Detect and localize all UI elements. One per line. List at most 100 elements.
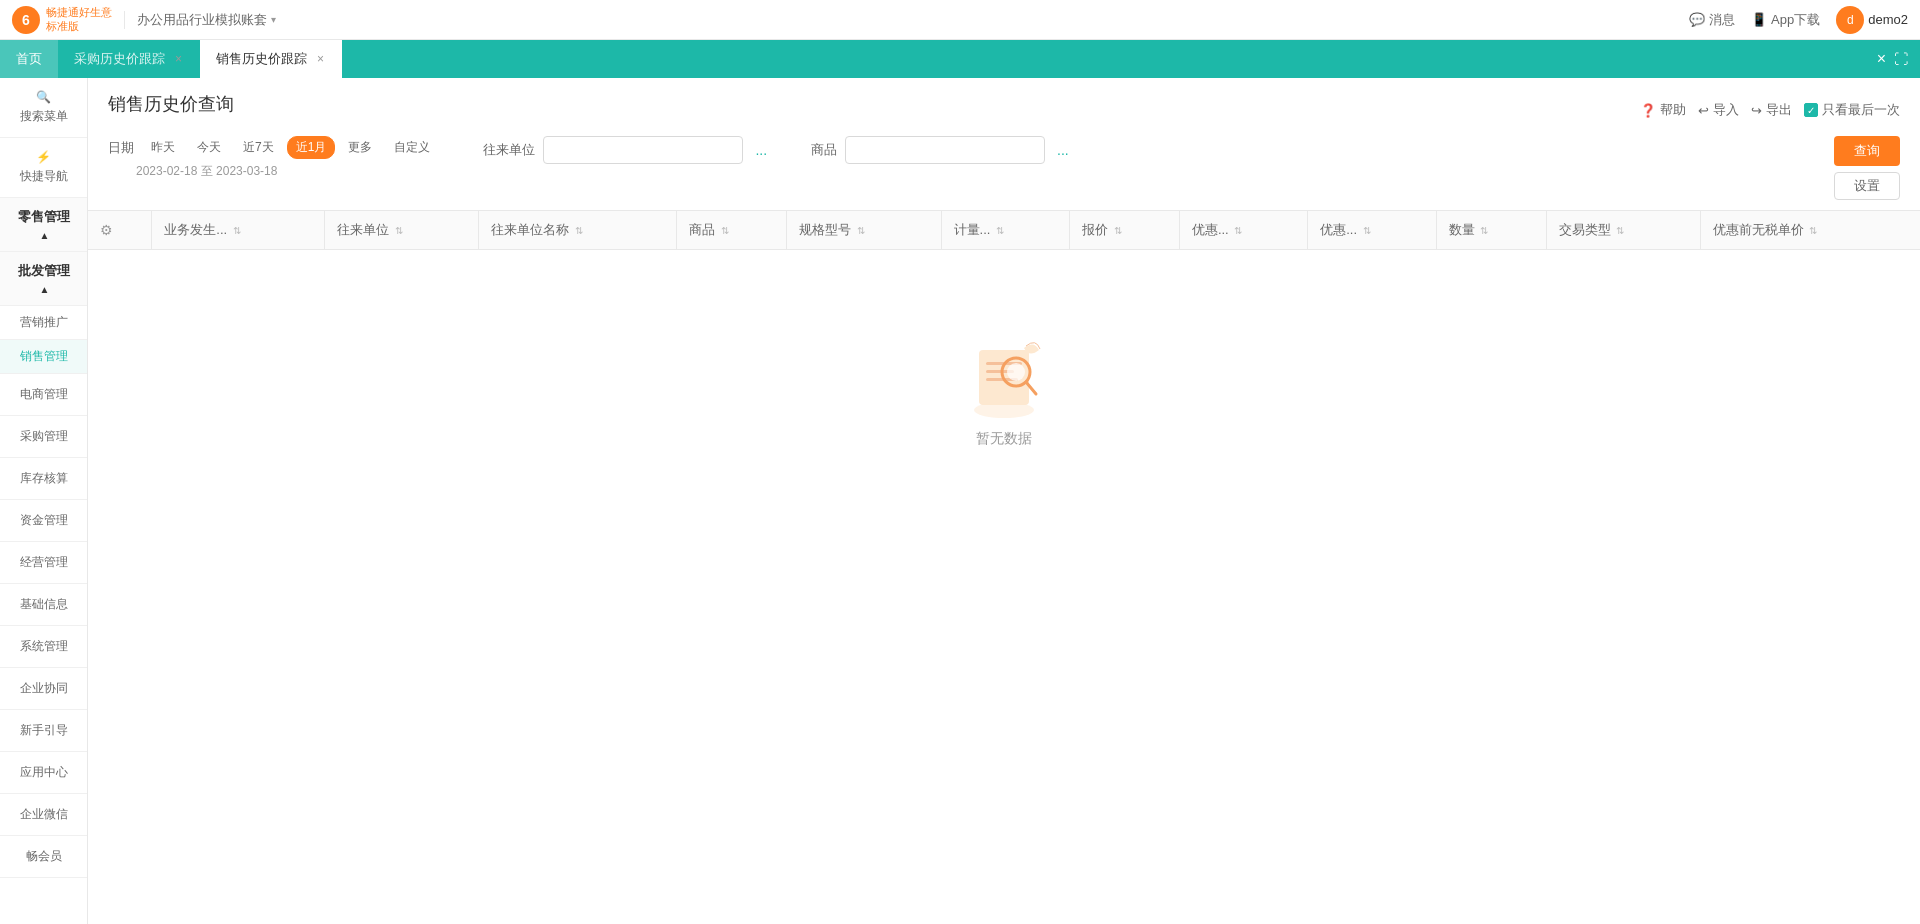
only-last-once-checkbox[interactable]: ✓ 只看最后一次 <box>1804 101 1900 119</box>
search-menu-label: 搜索菜单 <box>20 108 68 125</box>
sidebar-item-enterprise-wechat[interactable]: 企业微信 <box>0 794 87 836</box>
col-unit[interactable]: 计量... ⇅ <box>941 211 1069 250</box>
wholesale-mgmt-label: 批发管理 <box>18 262 70 280</box>
col-spec[interactable]: 规格型号 ⇅ <box>787 211 941 250</box>
help-btn[interactable]: ❓ 帮助 <box>1640 101 1686 119</box>
col-discount2-label: 优惠... <box>1320 222 1357 237</box>
top-bar-right: 💬 消息 📱 App下载 d demo2 <box>1689 6 1908 34</box>
product-filter-group: 商品 ... <box>811 136 1069 164</box>
date-btn-last7[interactable]: 近7天 <box>234 136 283 159</box>
col-discount2-sort: ⇅ <box>1363 225 1371 236</box>
counterpart-input[interactable] <box>543 136 743 164</box>
col-settings[interactable]: ⚙ <box>88 211 152 250</box>
sidebar-item-finance-mgmt[interactable]: 资金管理 <box>0 500 87 542</box>
col-trade-type[interactable]: 交易类型 ⇅ <box>1546 211 1700 250</box>
col-pre-tax-price-label: 优惠前无税单价 <box>1713 222 1804 237</box>
date-btn-more[interactable]: 更多 <box>339 136 381 159</box>
tab-home[interactable]: 首页 <box>0 40 58 78</box>
gear-icon[interactable]: ⚙ <box>100 222 113 238</box>
import-btn[interactable]: ↩ 导入 <box>1698 101 1739 119</box>
sidebar-item-search-menu[interactable]: 🔍 搜索菜单 <box>0 78 87 138</box>
logo-icon: 6 <box>12 6 40 34</box>
tab-sales-close[interactable]: × <box>315 50 326 68</box>
sidebar-item-app-center[interactable]: 应用中心 <box>0 752 87 794</box>
finance-mgmt-label: 资金管理 <box>20 512 68 529</box>
date-btn-custom[interactable]: 自定义 <box>385 136 439 159</box>
svg-point-6 <box>1007 363 1025 381</box>
col-biz-date[interactable]: 业务发生... ⇅ <box>152 211 325 250</box>
workspace-selector[interactable]: 办公用品行业模拟账套 ▾ <box>124 11 276 29</box>
window-maximize-btn[interactable]: ⛶ <box>1894 51 1908 67</box>
query-button[interactable]: 查询 <box>1834 136 1900 166</box>
filter-bar: 日期 昨天 今天 近7天 近1月 更多 自定义 2023-02-18 至 202… <box>108 136 1900 200</box>
export-btn[interactable]: ↪ 导出 <box>1751 101 1792 119</box>
user-area[interactable]: d demo2 <box>1836 6 1908 34</box>
date-btn-today[interactable]: 今天 <box>188 136 230 159</box>
col-counterpart-name[interactable]: 往来单位名称 ⇅ <box>479 211 677 250</box>
tab-sales-history[interactable]: 销售历史价跟踪 × <box>200 40 342 78</box>
col-counterpart[interactable]: 往来单位 ⇅ <box>324 211 478 250</box>
empty-state-illustration <box>954 330 1054 430</box>
message-action[interactable]: 💬 消息 <box>1689 11 1735 29</box>
sidebar-item-operations-mgmt[interactable]: 经营管理 <box>0 542 87 584</box>
sidebar-item-quick-nav[interactable]: ⚡ 快捷导航 <box>0 138 87 198</box>
wholesale-mgmt-arrow: ▲ <box>40 284 50 295</box>
sales-mgmt-label: 销售管理 <box>20 348 68 365</box>
date-btn-last1m[interactable]: 近1月 <box>287 136 336 159</box>
help-label: 帮助 <box>1660 101 1686 119</box>
col-pre-tax-price[interactable]: 优惠前无税单价 ⇅ <box>1700 211 1920 250</box>
sidebar-item-wholesale-mgmt[interactable]: 批发管理 ▲ <box>0 252 87 306</box>
date-buttons: 昨天 今天 近7天 近1月 更多 自定义 <box>142 136 439 159</box>
sidebar-item-enterprise-collab[interactable]: 企业协同 <box>0 668 87 710</box>
sidebar-item-system-settings[interactable]: 系统管理 <box>0 626 87 668</box>
col-discount1[interactable]: 优惠... ⇅ <box>1179 211 1307 250</box>
sidebar-item-inventory-check[interactable]: 库存核算 <box>0 458 87 500</box>
empty-state-cell: 暂无数据 <box>88 250 1920 529</box>
product-input[interactable] <box>845 136 1045 164</box>
col-discount2[interactable]: 优惠... ⇅ <box>1308 211 1436 250</box>
page-header: 销售历史价查询 ❓ 帮助 ↩ 导入 ↪ 导出 ✓ <box>88 78 1920 211</box>
col-quote-sort: ⇅ <box>1114 225 1122 236</box>
logo-text: 畅捷通好生意 标准版 <box>46 6 112 32</box>
sidebar: 🔍 搜索菜单 ⚡ 快捷导航 零售管理 ▲ 批发管理 ▲ 营销推广 销售管理 电商… <box>0 78 88 924</box>
enterprise-wechat-label: 企业微信 <box>20 806 68 823</box>
sidebar-item-purchase-mgmt[interactable]: 采购管理 <box>0 416 87 458</box>
table-header: ⚙ 业务发生... ⇅ 往来单位 ⇅ 往来单位名称 ⇅ <box>88 211 1920 250</box>
tab-home-label: 首页 <box>16 50 42 68</box>
col-trade-type-sort: ⇅ <box>1616 225 1624 236</box>
col-quantity[interactable]: 数量 ⇅ <box>1436 211 1546 250</box>
col-biz-date-label: 业务发生... <box>164 222 227 237</box>
col-trade-type-label: 交易类型 <box>1559 222 1611 237</box>
settings-button[interactable]: 设置 <box>1834 172 1900 200</box>
window-close-btn[interactable]: × <box>1877 50 1886 68</box>
sidebar-item-sales-mgmt[interactable]: 销售管理 <box>0 340 87 374</box>
tab-sales-history-label: 销售历史价跟踪 <box>216 50 307 68</box>
table-header-row: ⚙ 业务发生... ⇅ 往来单位 ⇅ 往来单位名称 ⇅ <box>88 211 1920 250</box>
app-download-action[interactable]: 📱 App下载 <box>1751 11 1820 29</box>
app-download-label: App下载 <box>1771 11 1820 29</box>
col-product[interactable]: 商品 ⇅ <box>677 211 787 250</box>
col-discount1-sort: ⇅ <box>1234 225 1242 236</box>
col-product-label: 商品 <box>689 222 715 237</box>
sidebar-item-retail-mgmt[interactable]: 零售管理 ▲ <box>0 198 87 252</box>
sidebar-item-member-club[interactable]: 畅会员 <box>0 836 87 878</box>
search-menu-icon: 🔍 <box>36 90 51 104</box>
date-btn-yesterday[interactable]: 昨天 <box>142 136 184 159</box>
user-name: demo2 <box>1868 12 1908 27</box>
sidebar-item-marketing-promo[interactable]: 营销推广 <box>0 306 87 340</box>
counterpart-dots[interactable]: ... <box>755 142 767 158</box>
product-dots[interactable]: ... <box>1057 142 1069 158</box>
workspace-name: 办公用品行业模拟账套 <box>137 11 267 29</box>
tab-purchase-close[interactable]: × <box>173 50 184 68</box>
sidebar-item-ecommerce-mgmt[interactable]: 电商管理 <box>0 374 87 416</box>
tab-purchase-history-label: 采购历史价跟踪 <box>74 50 165 68</box>
col-counterpart-name-sort: ⇅ <box>575 225 583 236</box>
logo-line2: 标准版 <box>46 20 112 33</box>
col-spec-label: 规格型号 <box>799 222 851 237</box>
col-quote[interactable]: 报价 ⇅ <box>1069 211 1179 250</box>
sidebar-item-new-guide[interactable]: 新手引导 <box>0 710 87 752</box>
sidebar-item-basic-info[interactable]: 基础信息 <box>0 584 87 626</box>
tab-purchase-history[interactable]: 采购历史价跟踪 × <box>58 40 200 78</box>
member-club-label: 畅会员 <box>26 848 62 865</box>
col-pre-tax-price-sort: ⇅ <box>1809 225 1817 236</box>
